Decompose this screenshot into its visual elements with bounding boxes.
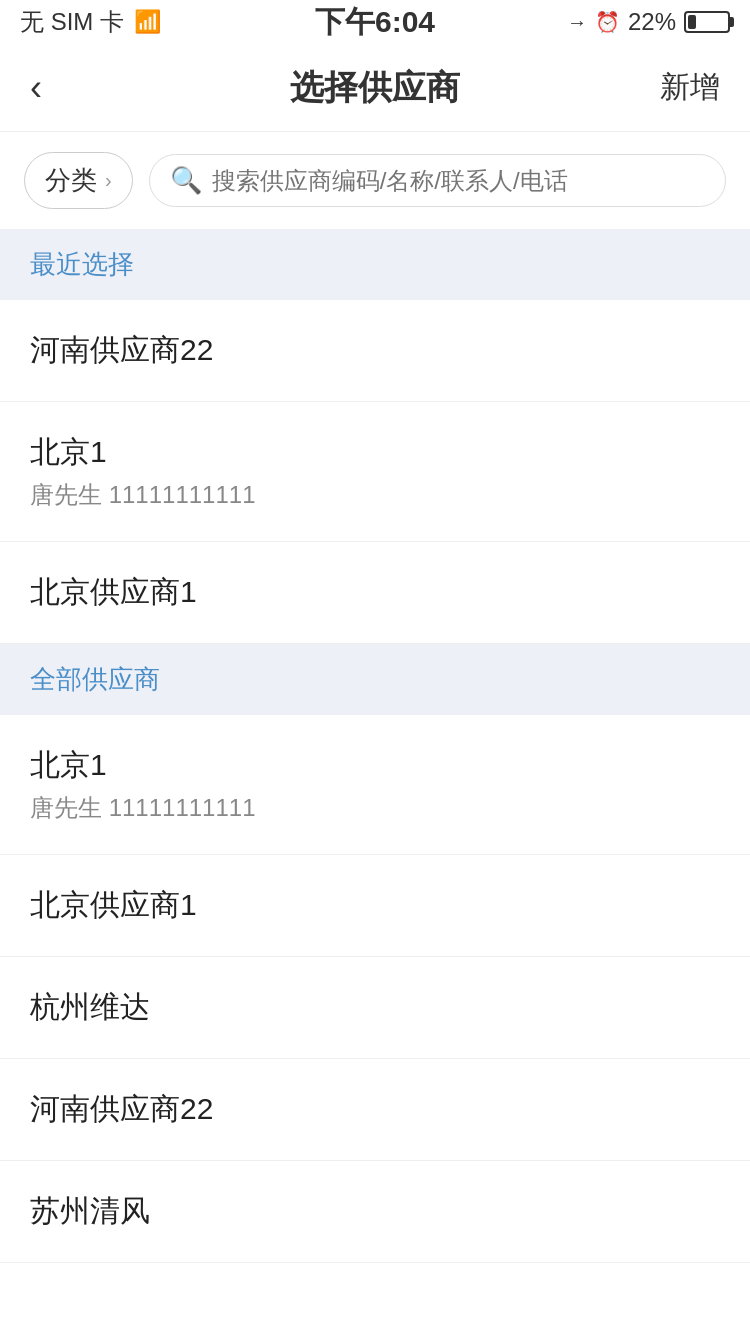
item-name: 苏州清风 bbox=[30, 1191, 720, 1232]
recent-section-label: 最近选择 bbox=[30, 249, 134, 279]
category-label: 分类 bbox=[45, 163, 97, 198]
nav-bar: ‹ 选择供应商 新增 bbox=[0, 44, 750, 132]
location-icon: → bbox=[567, 11, 587, 34]
search-icon: 🔍 bbox=[170, 165, 202, 196]
search-input[interactable] bbox=[212, 167, 705, 195]
status-right: → ⏰ 22% bbox=[567, 8, 730, 36]
all-list-item[interactable]: 河南供应商22 bbox=[0, 1059, 750, 1161]
wifi-icon: 📶 bbox=[134, 9, 161, 35]
item-name: 河南供应商22 bbox=[30, 1089, 720, 1130]
page-title: 选择供应商 bbox=[290, 65, 460, 111]
category-button[interactable]: 分类 › bbox=[24, 152, 133, 209]
all-list-item[interactable]: 北京1 唐先生 11111111111 bbox=[0, 715, 750, 855]
alarm-icon: ⏰ bbox=[595, 10, 620, 34]
item-name: 北京供应商1 bbox=[30, 885, 720, 926]
no-sim-text: 无 SIM 卡 bbox=[20, 6, 124, 38]
search-bar[interactable]: 🔍 bbox=[149, 154, 726, 207]
item-name: 河南供应商22 bbox=[30, 330, 720, 371]
all-section-label: 全部供应商 bbox=[30, 664, 160, 694]
battery-percent: 22% bbox=[628, 8, 676, 36]
recent-list-item[interactable]: 北京供应商1 bbox=[0, 542, 750, 644]
item-name: 北京供应商1 bbox=[30, 572, 720, 613]
back-button[interactable]: ‹ bbox=[30, 67, 90, 109]
all-list-item[interactable]: 北京供应商1 bbox=[0, 855, 750, 957]
chevron-right-icon: › bbox=[105, 169, 112, 192]
status-bar: 无 SIM 卡 📶 下午6:04 → ⏰ 22% bbox=[0, 0, 750, 44]
recent-list-item[interactable]: 河南供应商22 bbox=[0, 300, 750, 402]
item-name: 北京1 bbox=[30, 745, 720, 786]
battery-icon bbox=[684, 11, 730, 33]
all-section-header: 全部供应商 bbox=[0, 644, 750, 715]
recent-list: 河南供应商22 北京1 唐先生 11111111111 北京供应商1 bbox=[0, 300, 750, 644]
add-button[interactable]: 新增 bbox=[660, 67, 720, 108]
recent-section-header: 最近选择 bbox=[0, 229, 750, 300]
all-list-item[interactable]: 杭州维达 bbox=[0, 957, 750, 1059]
status-left: 无 SIM 卡 📶 bbox=[20, 6, 161, 38]
filter-bar: 分类 › 🔍 bbox=[0, 132, 750, 229]
all-list-item[interactable]: 苏州清风 bbox=[0, 1161, 750, 1263]
all-list: 北京1 唐先生 11111111111 北京供应商1 杭州维达河南供应商22 苏州清风 bbox=[0, 715, 750, 1263]
item-name: 杭州维达 bbox=[30, 987, 720, 1028]
status-time: 下午6:04 bbox=[315, 2, 435, 43]
item-name: 北京1 bbox=[30, 432, 720, 473]
item-sub: 唐先生 11111111111 bbox=[30, 792, 720, 824]
item-sub: 唐先生 11111111111 bbox=[30, 479, 720, 511]
recent-list-item[interactable]: 北京1 唐先生 11111111111 bbox=[0, 402, 750, 542]
